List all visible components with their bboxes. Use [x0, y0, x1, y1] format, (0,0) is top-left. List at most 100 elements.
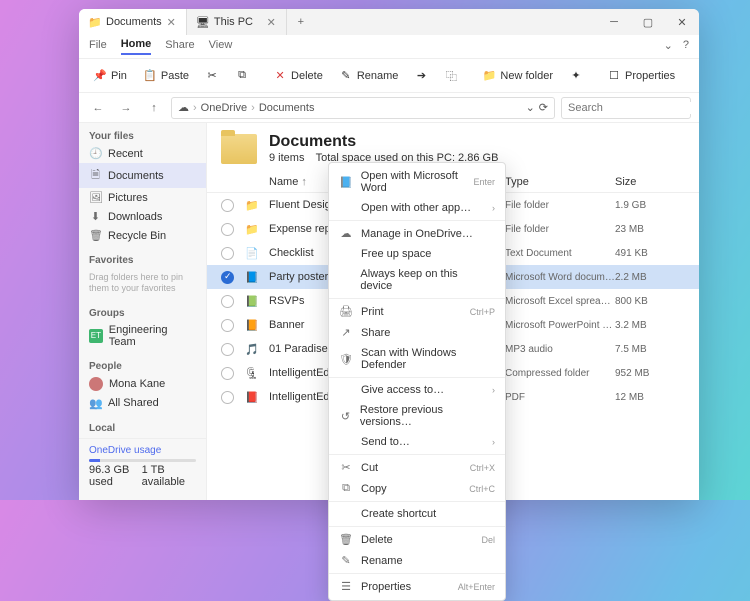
- cut-button[interactable]: ✂: [199, 66, 225, 86]
- ppt-icon: 📙: [245, 318, 259, 332]
- menu-item[interactable]: ☁ Manage in OneDrive…: [329, 223, 505, 244]
- sidebar-header-people: People: [79, 359, 206, 374]
- menu-item[interactable]: 🖨 Print Ctrl+P: [329, 301, 505, 322]
- menu-label: Restore previous versions…: [360, 404, 487, 428]
- checkbox-icon[interactable]: [221, 343, 234, 356]
- chevron-down-icon[interactable]: ⌄: [526, 101, 535, 114]
- chevron-down-icon[interactable]: ⌄: [664, 39, 673, 55]
- checkbox-icon[interactable]: [221, 271, 234, 284]
- menu-item[interactable]: ⧉ Copy Ctrl+C: [329, 478, 505, 499]
- props-icon: ☰: [339, 580, 353, 593]
- checkbox-icon[interactable]: [221, 367, 234, 380]
- menu-item[interactable]: 📘 Open with Microsoft Word Enter: [329, 166, 505, 198]
- menu-item[interactable]: ↺ Restore previous versions…: [329, 400, 505, 432]
- col-type[interactable]: Type: [505, 176, 615, 188]
- file-size: 491 KB: [615, 248, 685, 259]
- close-button[interactable]: ✕: [665, 9, 699, 35]
- help-icon[interactable]: ?: [683, 39, 689, 55]
- copy-button[interactable]: ⧉: [229, 66, 255, 86]
- back-button[interactable]: ←: [87, 97, 109, 119]
- sort-asc-icon: ↑: [301, 176, 307, 188]
- sidebar-item-documents[interactable]: 🗎Documents: [79, 163, 206, 188]
- download-icon: ⬇: [89, 210, 102, 223]
- tab-thispc[interactable]: 🖥 This PC ✕: [187, 9, 287, 35]
- new-tab-button[interactable]: +: [287, 9, 315, 35]
- minimize-button[interactable]: ─: [597, 9, 631, 35]
- delete-button[interactable]: ✕Delete: [267, 66, 329, 86]
- sidebar-item-person[interactable]: Mona Kane: [79, 374, 206, 394]
- sidebar-item-recyclebin[interactable]: 🗑Recycle Bin: [79, 226, 206, 245]
- file-type: MP3 audio: [505, 344, 615, 355]
- properties-button[interactable]: ☐Properties: [601, 66, 681, 86]
- rename-button[interactable]: ✎Rename: [333, 66, 405, 86]
- menu-file[interactable]: File: [89, 39, 107, 54]
- new-folder-button[interactable]: 📁New folder: [476, 66, 559, 86]
- menu-item[interactable]: Always keep on this device: [329, 264, 505, 296]
- up-button[interactable]: ↑: [143, 97, 165, 119]
- menu-view[interactable]: View: [209, 39, 233, 54]
- menu-label: Print: [361, 306, 384, 318]
- menu-item[interactable]: ↗ Share: [329, 322, 505, 343]
- close-icon[interactable]: ✕: [167, 16, 176, 29]
- menu-item[interactable]: 🗑 Delete Del: [329, 529, 505, 550]
- menu-item[interactable]: Create shortcut: [329, 504, 505, 524]
- col-size[interactable]: Size: [615, 176, 685, 188]
- menu-item[interactable]: Open with other app… ›: [329, 198, 505, 218]
- file-type: Microsoft PowerPoint p…: [505, 320, 615, 331]
- menu-item[interactable]: ✂ Cut Ctrl+X: [329, 457, 505, 478]
- new-item-button[interactable]: ✦: [563, 66, 589, 86]
- checkbox-icon[interactable]: [221, 391, 234, 404]
- menu-item[interactable]: 🛡 Scan with Windows Defender: [329, 343, 505, 375]
- search-input[interactable]: [568, 102, 699, 114]
- rename-icon: ✎: [339, 69, 353, 83]
- pin-button[interactable]: 📌Pin: [87, 66, 133, 86]
- search-box[interactable]: 🔍: [561, 97, 691, 119]
- menu-home[interactable]: Home: [121, 38, 152, 55]
- menu-share[interactable]: Share: [165, 39, 194, 54]
- accelerator: Ctrl+C: [469, 484, 495, 494]
- refresh-icon[interactable]: ⟳: [539, 101, 548, 114]
- new-icon: ✦: [569, 69, 583, 83]
- sidebar-header-favorites: Favorites: [79, 253, 206, 268]
- team-icon: ET: [89, 329, 103, 343]
- sidebar-item-recent[interactable]: 🕘Recent: [79, 144, 206, 163]
- onedrive-usage[interactable]: OneDrive usage 96.3 GB used1 TB availabl…: [79, 438, 206, 494]
- checkbox-icon[interactable]: [221, 247, 234, 260]
- menu-item[interactable]: ✎ Rename: [329, 550, 505, 571]
- checkbox-icon[interactable]: [221, 199, 234, 212]
- menu-label: Create shortcut: [361, 508, 436, 520]
- forward-button[interactable]: →: [115, 97, 137, 119]
- checkbox-icon[interactable]: [221, 223, 234, 236]
- share-icon: ↗: [339, 326, 353, 339]
- sidebar-item-team[interactable]: ETEngineering Team: [79, 321, 206, 351]
- clock-icon: 🕘: [89, 147, 102, 160]
- menu-item[interactable]: Free up space: [329, 244, 505, 264]
- menu-label: Properties: [361, 581, 411, 593]
- checkbox-icon[interactable]: [221, 319, 234, 332]
- tab-documents[interactable]: 📁 Documents ✕: [79, 9, 187, 35]
- paste-button[interactable]: 📋Paste: [137, 66, 195, 86]
- close-icon[interactable]: ✕: [267, 16, 276, 29]
- menu-label: Cut: [361, 462, 378, 474]
- folder-icon: 📁: [482, 69, 496, 83]
- sidebar-item-allshared[interactable]: 👥All Shared: [79, 394, 206, 413]
- maximize-button[interactable]: ▢: [631, 9, 665, 35]
- copy-to-button[interactable]: ⿻: [438, 66, 464, 86]
- word-icon: 📘: [245, 270, 259, 284]
- select-all-button[interactable]: ☑Select all: [693, 66, 699, 86]
- sidebar: Your files 🕘Recent 🗎Documents 🖼Pictures …: [79, 123, 207, 500]
- copy-icon: ⧉: [339, 482, 353, 495]
- tab-label: This PC: [214, 16, 253, 28]
- checkbox-icon[interactable]: [221, 295, 234, 308]
- file-size: 12 MB: [615, 392, 685, 403]
- menu-item[interactable]: ☰ Properties Alt+Enter: [329, 576, 505, 597]
- menu-item[interactable]: Give access to… ›: [329, 380, 505, 400]
- menu-label: Copy: [361, 483, 387, 495]
- menu-label: Share: [361, 327, 390, 339]
- menu-item[interactable]: Send to… ›: [329, 432, 505, 452]
- file-size: 7.5 MB: [615, 344, 685, 355]
- sidebar-item-downloads[interactable]: ⬇Downloads: [79, 207, 206, 226]
- move-button[interactable]: ➔: [408, 66, 434, 86]
- breadcrumb[interactable]: ☁ › OneDrive › Documents ⌄ ⟳: [171, 97, 555, 119]
- sidebar-item-pictures[interactable]: 🖼Pictures: [79, 188, 206, 207]
